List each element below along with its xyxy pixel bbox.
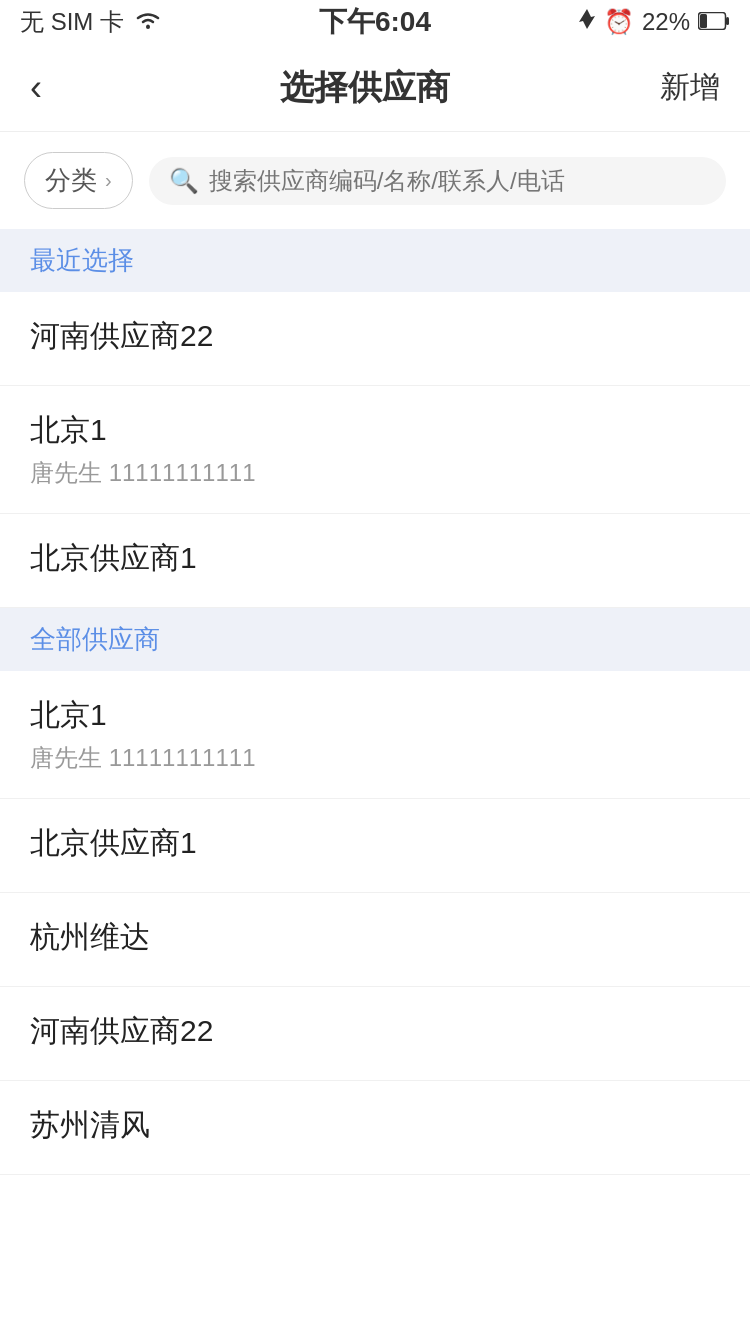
list-item[interactable]: 河南供应商22: [0, 292, 750, 386]
item-name: 北京供应商1: [30, 538, 720, 579]
back-button[interactable]: ‹: [30, 67, 90, 109]
list-item[interactable]: 北京1 唐先生 11111111111: [0, 671, 750, 799]
item-name: 北京供应商1: [30, 823, 720, 864]
filter-row: 分类 › 🔍: [0, 132, 750, 229]
list-item[interactable]: 杭州维达: [0, 893, 750, 987]
list-item[interactable]: 苏州清风: [0, 1081, 750, 1175]
status-right: ⏰ 22%: [578, 8, 730, 36]
list-item[interactable]: 北京供应商1: [0, 799, 750, 893]
status-bar: 无 SIM 卡 下午6:04 ⏰ 22%: [0, 0, 750, 44]
item-sub: 唐先生 11111111111: [30, 742, 720, 774]
item-name: 杭州维达: [30, 917, 720, 958]
add-button[interactable]: 新增: [640, 67, 720, 108]
search-box: 🔍: [149, 157, 726, 205]
svg-rect-3: [726, 17, 729, 25]
battery-icon: [698, 8, 730, 36]
search-input[interactable]: [209, 167, 706, 195]
item-name: 北京1: [30, 695, 720, 736]
page-title: 选择供应商: [280, 65, 450, 111]
list-item[interactable]: 北京1 唐先生 11111111111: [0, 386, 750, 514]
recent-section-header: 最近选择: [0, 229, 750, 292]
recent-label: 最近选择: [30, 245, 134, 275]
item-name: 苏州清风: [30, 1105, 720, 1146]
item-name: 河南供应商22: [30, 316, 720, 357]
battery-percent: 22%: [642, 8, 690, 36]
search-icon: 🔍: [169, 167, 199, 195]
item-name: 北京1: [30, 410, 720, 451]
svg-point-0: [146, 25, 150, 29]
all-list: 北京1 唐先生 11111111111 北京供应商1 杭州维达河南供应商22 苏州清风: [0, 671, 750, 1175]
svg-rect-2: [700, 14, 707, 28]
status-left: 无 SIM 卡: [20, 6, 162, 38]
alarm-icon: ⏰: [604, 8, 634, 36]
all-section-header: 全部供应商: [0, 608, 750, 671]
recent-list: 河南供应商22 北京1 唐先生 11111111111 北京供应商1: [0, 292, 750, 608]
sim-text: 无 SIM 卡: [20, 6, 124, 38]
item-name: 河南供应商22: [30, 1011, 720, 1052]
nav-bar: ‹ 选择供应商 新增: [0, 44, 750, 132]
list-item[interactable]: 河南供应商22: [0, 987, 750, 1081]
status-time: 下午6:04: [319, 3, 431, 41]
all-label: 全部供应商: [30, 624, 160, 654]
category-label: 分类: [45, 163, 97, 198]
list-item[interactable]: 北京供应商1: [0, 514, 750, 608]
wifi-icon: [134, 8, 162, 36]
item-sub: 唐先生 11111111111: [30, 457, 720, 489]
location-icon: [578, 8, 596, 36]
chevron-right-icon: ›: [105, 169, 112, 192]
category-button[interactable]: 分类 ›: [24, 152, 133, 209]
